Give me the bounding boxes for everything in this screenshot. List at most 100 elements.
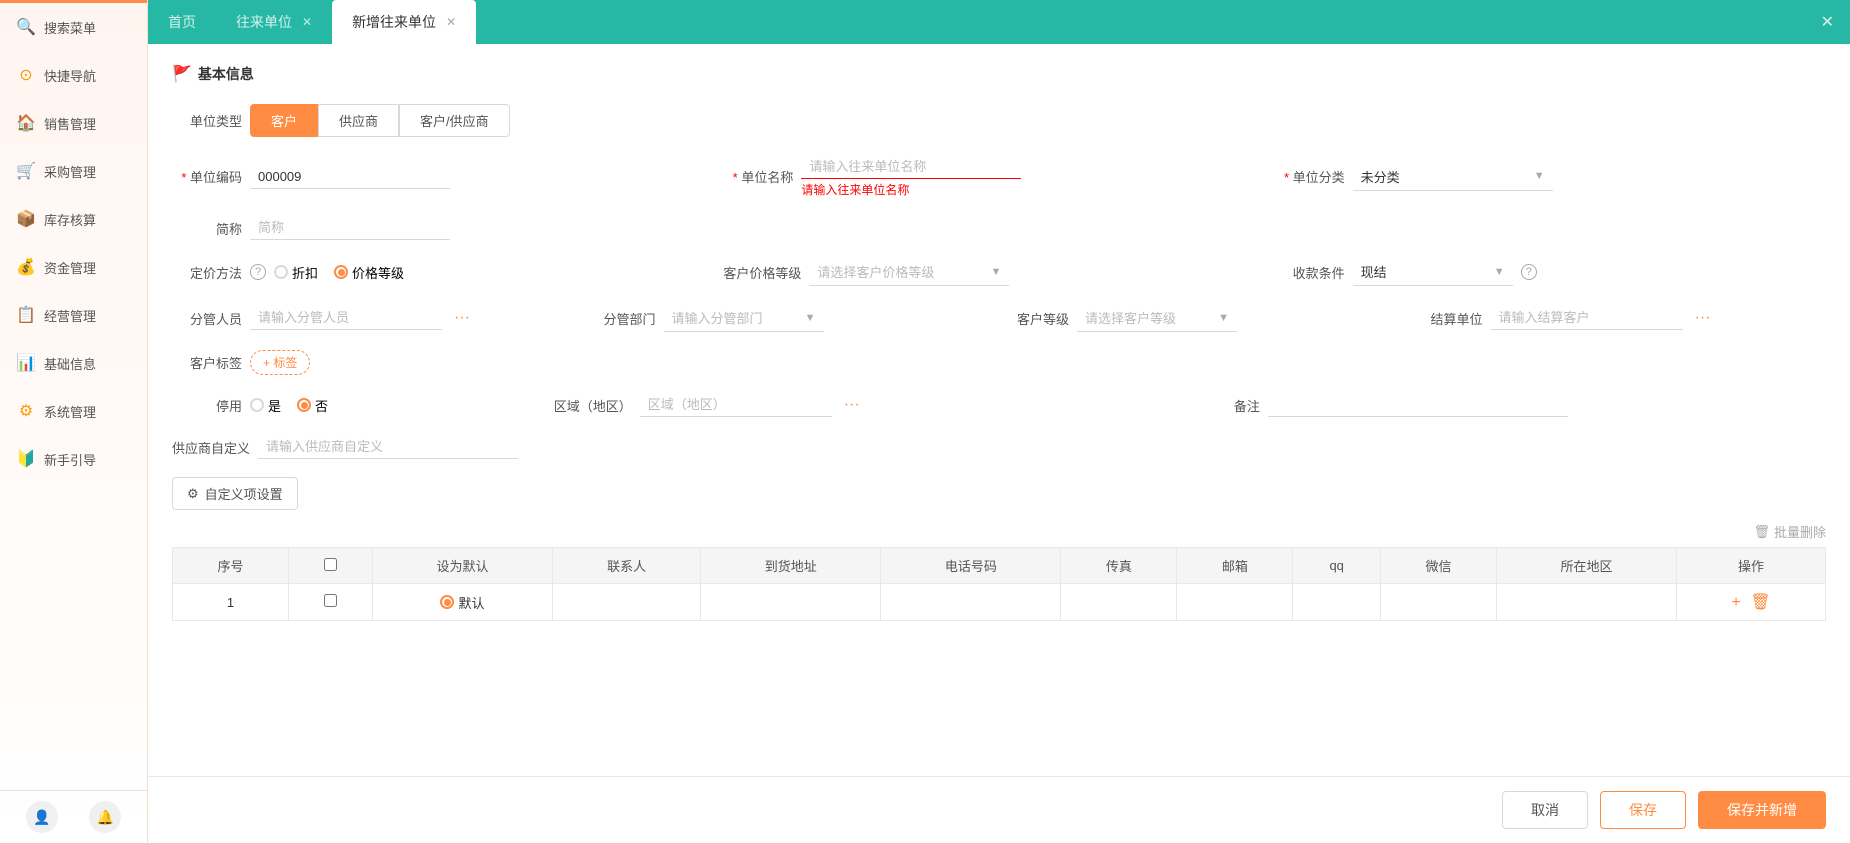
sidebar-item-operations[interactable]: 📋 经营管理	[0, 291, 147, 339]
payment-select[interactable]: 现结 ▼	[1353, 258, 1513, 286]
sidebar-item-finance[interactable]: 💰 资金管理	[0, 243, 147, 291]
settlement-more-icon[interactable]: ···	[1691, 309, 1715, 327]
sidebar-item-sales[interactable]: 🏠 销售管理	[0, 99, 147, 147]
batch-delete-label[interactable]: 批量删除	[1774, 522, 1826, 541]
row-select-checkbox[interactable]	[324, 594, 337, 607]
settlement-input[interactable]	[1491, 306, 1683, 330]
tab-new-contact-close[interactable]: ✕	[446, 15, 456, 29]
sidebar-search[interactable]: 🔍 搜索菜单	[0, 3, 147, 51]
customer-level-arrow: ▼	[1218, 312, 1229, 324]
tab-contacts[interactable]: 往来单位 ✕	[216, 0, 332, 44]
system-icon: ⚙	[16, 401, 36, 421]
disabled-radio-yes[interactable]: 是	[250, 396, 281, 415]
tab-contacts-label: 往来单位	[236, 12, 292, 32]
save-new-button[interactable]: 保存并新增	[1698, 791, 1826, 829]
dept-arrow: ▼	[805, 312, 816, 324]
dept-select[interactable]: 请输入分管部门 ▼	[664, 304, 824, 332]
row-checkbox	[289, 584, 373, 621]
payment-help-icon[interactable]: ?	[1521, 264, 1537, 280]
unit-name-wrap: 请输入往来单位名称	[801, 155, 1021, 198]
save-button[interactable]: 保存	[1600, 791, 1686, 829]
section-title-label: 基本信息	[198, 64, 254, 84]
unit-info-row: 单位编码 单位名称 请输入往来单位名称 单位分类 未分类 ▼	[172, 155, 1826, 198]
sidebar-label-system: 系统管理	[44, 402, 96, 421]
customer-price-select[interactable]: 请选择客户价格等级 ▼	[809, 258, 1009, 286]
unit-name-group: 单位名称 请输入往来单位名称	[723, 155, 1274, 198]
manager-row: 分管人员 ··· 分管部门 请输入分管部门 ▼ 客户等级 请选择客户等级 ▼ 结…	[172, 304, 1826, 332]
select-all-checkbox[interactable]	[324, 558, 337, 571]
unit-category-label: 单位分类	[1275, 167, 1345, 186]
tag-label: 客户标签	[172, 353, 242, 372]
dept-group: 分管部门 请输入分管部门 ▼	[586, 304, 1000, 332]
region-label: 区域（地区）	[554, 396, 632, 415]
manager-more-icon[interactable]: ···	[450, 309, 474, 327]
sidebar-bottom: 👤 🔔	[0, 790, 147, 843]
pricing-help-icon[interactable]: ?	[250, 264, 266, 280]
sidebar-user-icon[interactable]: 👤	[26, 801, 58, 833]
sidebar-item-quick-nav[interactable]: ⊙ 快捷导航	[0, 51, 147, 99]
cancel-button[interactable]: 取消	[1502, 791, 1588, 829]
customer-level-select[interactable]: 请选择客户等级 ▼	[1077, 304, 1237, 332]
section-basic-info: 🚩 基本信息	[172, 64, 1826, 84]
disabled-radio-no[interactable]: 否	[297, 396, 328, 415]
sidebar-item-system[interactable]: ⚙ 系统管理	[0, 387, 147, 435]
sidebar-label-basic-info: 基础信息	[44, 354, 96, 373]
sidebar-item-purchase[interactable]: 🛒 采购管理	[0, 147, 147, 195]
abbr-input[interactable]	[250, 216, 450, 240]
row-wechat	[1380, 584, 1496, 621]
supplier-custom-input[interactable]	[258, 435, 518, 459]
pricing-radio-discount[interactable]: 折扣	[274, 263, 318, 282]
tab-home[interactable]: 首页	[148, 0, 216, 44]
pricing-radio-price-level[interactable]: 价格等级	[334, 263, 404, 282]
region-more-icon[interactable]: ···	[840, 396, 864, 414]
price-level-radio-circle	[334, 265, 348, 279]
abbr-label: 简称	[172, 219, 242, 238]
add-tag-button[interactable]: + 标签	[250, 350, 310, 375]
pricing-label: 定价方法	[172, 263, 242, 282]
row-email	[1177, 584, 1293, 621]
row-add-icon[interactable]: +	[1731, 594, 1740, 611]
col-fax: 传真	[1061, 548, 1177, 584]
row-default-radio[interactable]: 默认	[383, 593, 542, 612]
unit-type-both-btn[interactable]: 客户/供应商	[399, 104, 510, 137]
col-checkbox	[289, 548, 373, 584]
settlement-label: 结算单位	[1413, 309, 1483, 328]
basic-info-icon: 📊	[16, 353, 36, 373]
col-phone: 电话号码	[881, 548, 1061, 584]
row-address	[701, 584, 881, 621]
unit-name-input[interactable]	[801, 155, 1021, 179]
discount-radio-circle	[274, 265, 288, 279]
supplier-custom-group: 供应商自定义	[172, 435, 1826, 459]
disabled-label: 停用	[172, 396, 242, 415]
unit-code-input[interactable]	[250, 165, 450, 189]
manager-input[interactable]	[250, 306, 442, 330]
sidebar-item-inventory[interactable]: 📦 库存核算	[0, 195, 147, 243]
sidebar: 🔍 搜索菜单 ⊙ 快捷导航 🏠 销售管理 🛒 采购管理 📦 库存核算 💰 资金管…	[0, 0, 148, 843]
form-footer: 取消 保存 保存并新增	[148, 776, 1850, 843]
col-action: 操作	[1677, 548, 1826, 584]
purchase-icon: 🛒	[16, 161, 36, 181]
unit-type-customer-btn[interactable]: 客户	[250, 104, 318, 137]
customer-price-label: 客户价格等级	[723, 263, 801, 282]
tab-bar: 首页 往来单位 ✕ 新增往来单位 ✕ ✕	[148, 0, 1850, 44]
unit-category-value: 未分类	[1361, 167, 1400, 186]
col-email: 邮箱	[1177, 548, 1293, 584]
unit-type-row: 单位类型 客户 供应商 客户/供应商	[172, 104, 1826, 137]
region-input[interactable]	[640, 393, 832, 417]
remark-input[interactable]	[1268, 393, 1568, 417]
sidebar-item-basic-info[interactable]: 📊 基础信息	[0, 339, 147, 387]
disabled-radio-group: 是 否	[250, 396, 328, 415]
settings-gear-icon: ⚙	[187, 486, 199, 502]
unit-category-select[interactable]: 未分类 ▼	[1353, 163, 1553, 191]
row-delete-icon[interactable]: 🗑	[1750, 594, 1770, 611]
tab-bar-close[interactable]: ✕	[1805, 12, 1850, 32]
dept-placeholder: 请输入分管部门	[672, 308, 763, 327]
unit-type-supplier-btn[interactable]: 供应商	[318, 104, 399, 137]
contact-table: 序号 设为默认 联系人 到货地址 电话号码 传真 邮箱 qq 微信 所在地区 操…	[172, 547, 1826, 621]
customer-price-placeholder: 请选择客户价格等级	[817, 262, 934, 281]
custom-settings-button[interactable]: ⚙ 自定义项设置	[172, 477, 298, 510]
tab-new-contact[interactable]: 新增往来单位 ✕	[332, 0, 476, 44]
sidebar-item-newbie[interactable]: 🔰 新手引导	[0, 435, 147, 483]
tab-contacts-close[interactable]: ✕	[302, 15, 312, 29]
sidebar-notify-icon[interactable]: 🔔	[89, 801, 121, 833]
